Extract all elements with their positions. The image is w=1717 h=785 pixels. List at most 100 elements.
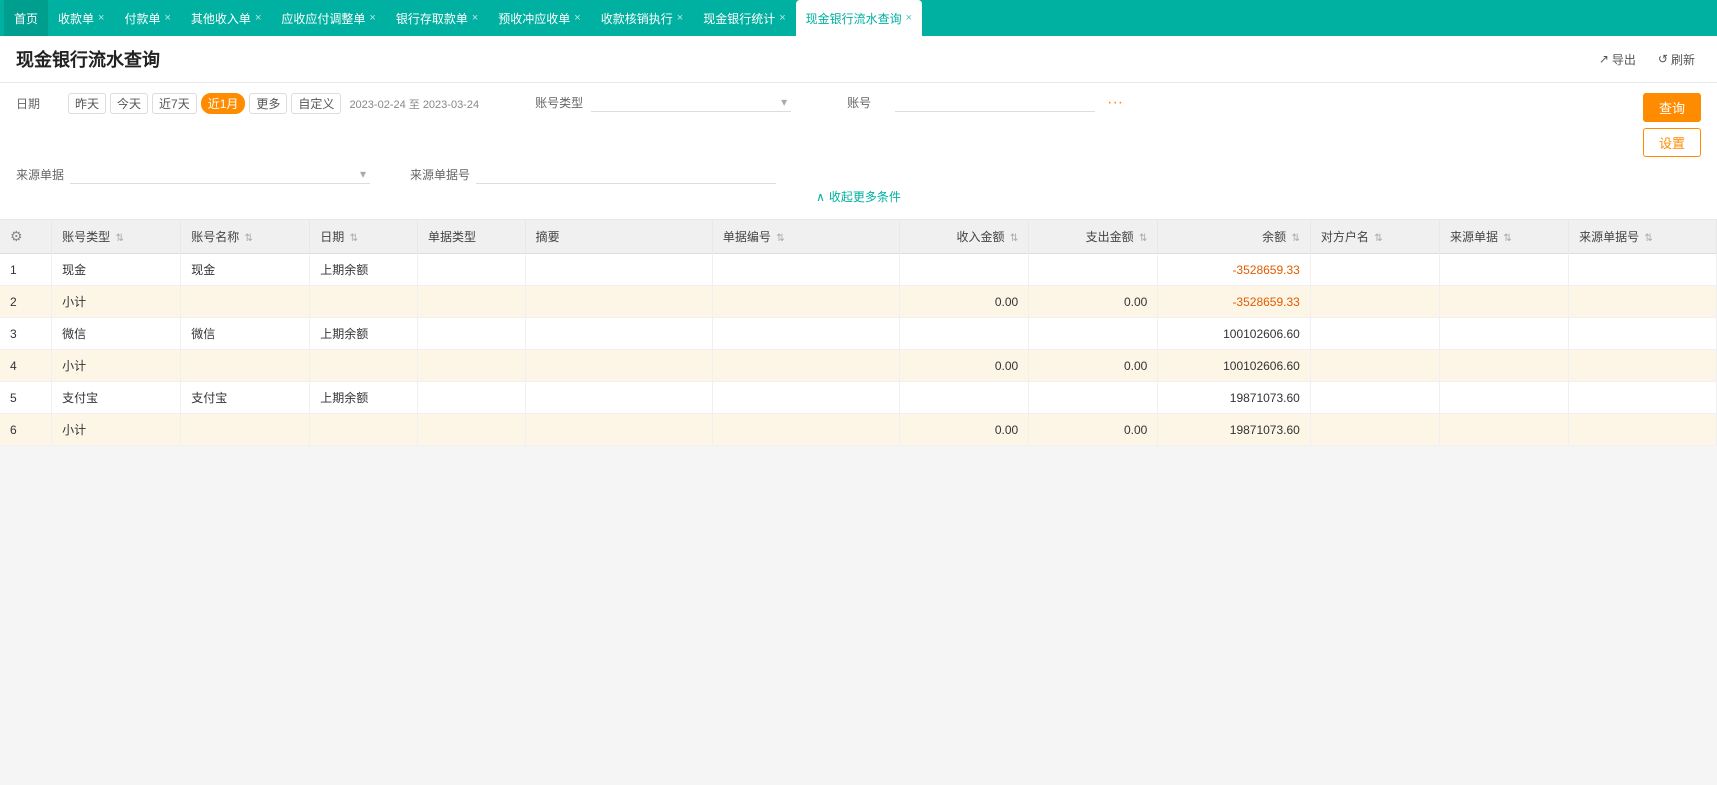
col-account-name[interactable]: 账号名称 ⇅ — [181, 220, 310, 254]
row-account-name: 支付宝 — [181, 382, 310, 414]
source-doc-num-input[interactable] — [476, 165, 776, 184]
row-summary — [525, 350, 712, 382]
col-date-label: 日期 — [320, 230, 344, 244]
nav-prepay[interactable]: 预收冲应收单 × — [488, 0, 590, 36]
source-doc-group: 来源单据 ▾ — [16, 165, 370, 184]
nav-other-income[interactable]: 其他收入单 × — [181, 0, 271, 36]
table-row[interactable]: 2小计0.000.00-3528659.33 — [0, 286, 1717, 318]
col-settings[interactable]: ⚙ — [0, 220, 52, 254]
col-summary[interactable]: 摘要 — [525, 220, 712, 254]
row-account-type: 微信 — [52, 318, 181, 350]
col-account-name-label: 账号名称 — [191, 230, 239, 244]
row-counterpart — [1310, 286, 1439, 318]
date-more[interactable]: 更多 — [249, 93, 287, 114]
query-button[interactable]: 查询 — [1643, 93, 1701, 122]
table-row[interactable]: 5支付宝支付宝上期余额19871073.60 — [0, 382, 1717, 414]
row-expense — [1029, 382, 1158, 414]
nav-cash-stats-close[interactable]: × — [779, 12, 785, 24]
row-account-type: 小计 — [52, 414, 181, 446]
nav-bank-deposit[interactable]: 银行存取款单 × — [386, 0, 488, 36]
account-type-select[interactable]: ▾ — [591, 93, 791, 112]
nav-home[interactable]: 首页 — [4, 0, 48, 36]
nav-receipt-verify-close[interactable]: × — [677, 12, 683, 24]
nav-receipts-label: 收款单 — [58, 10, 94, 27]
export-button[interactable]: ↗ 导出 — [1593, 49, 1642, 70]
sort-counterpart-icon: ⇅ — [1374, 233, 1382, 244]
row-source-doc — [1439, 254, 1568, 286]
row-income — [900, 254, 1029, 286]
nav-receipt-verify-label: 收款核销执行 — [601, 10, 673, 27]
row-source-doc-num — [1569, 350, 1717, 382]
refresh-label: 刷新 — [1671, 51, 1695, 68]
nav-ar-ap-close[interactable]: × — [369, 12, 375, 24]
table-row[interactable]: 4小计0.000.00100102606.60 — [0, 350, 1717, 382]
nav-cash-stats[interactable]: 现金银行统计 × — [693, 0, 795, 36]
sort-account-type-icon: ⇅ — [115, 233, 123, 244]
nav-cash-flow-close[interactable]: × — [906, 12, 912, 24]
row-num: 6 — [0, 414, 52, 446]
row-account-name: 微信 — [181, 318, 310, 350]
refresh-button[interactable]: ↺ 刷新 — [1652, 49, 1701, 70]
collapse-up-icon: ∧ — [816, 190, 825, 204]
account-input[interactable] — [895, 93, 1095, 112]
date-1month[interactable]: 近1月 — [201, 93, 246, 114]
row-summary — [525, 318, 712, 350]
header-actions: ↗ 导出 ↺ 刷新 — [1593, 49, 1701, 70]
row-counterpart — [1310, 414, 1439, 446]
nav-bank-deposit-label: 银行存取款单 — [396, 10, 468, 27]
row-source-doc-num — [1569, 414, 1717, 446]
col-date[interactable]: 日期 ⇅ — [310, 220, 418, 254]
sort-account-name-icon: ⇅ — [245, 233, 253, 244]
col-source-doc[interactable]: 来源单据 ⇅ — [1439, 220, 1568, 254]
date-7days[interactable]: 近7天 — [152, 93, 197, 114]
source-doc-select[interactable]: ▾ — [70, 165, 370, 184]
source-doc-arrow-icon: ▾ — [360, 167, 366, 181]
table-row[interactable]: 6小计0.000.0019871073.60 — [0, 414, 1717, 446]
gear-icon[interactable]: ⚙ — [10, 228, 23, 244]
nav-receipt-verify[interactable]: 收款核销执行 × — [591, 0, 693, 36]
collapse-bar[interactable]: ∧ 收起更多条件 — [16, 184, 1701, 209]
nav-prepay-close[interactable]: × — [574, 12, 580, 24]
col-account-type-label: 账号类型 — [62, 230, 110, 244]
sort-doc-number-icon: ⇅ — [776, 233, 784, 244]
table-row[interactable]: 3微信微信上期余额100102606.60 — [0, 318, 1717, 350]
nav-payments-close[interactable]: × — [164, 12, 170, 24]
sort-expense-icon: ⇅ — [1139, 233, 1147, 244]
table-row[interactable]: 1现金现金上期余额-3528659.33 — [0, 254, 1717, 286]
nav-receipts-close[interactable]: × — [98, 12, 104, 24]
col-income[interactable]: 收入金额 ⇅ — [900, 220, 1029, 254]
account-label: 账号 — [847, 94, 887, 111]
nav-other-income-close[interactable]: × — [255, 12, 261, 24]
col-summary-label: 摘要 — [536, 230, 560, 244]
col-doc-type[interactable]: 单据类型 — [417, 220, 525, 254]
nav-home-label: 首页 — [14, 10, 38, 27]
row-expense: 0.00 — [1029, 350, 1158, 382]
date-yesterday[interactable]: 昨天 — [68, 93, 106, 114]
row-doc-number — [712, 414, 899, 446]
nav-cash-flow-label: 现金银行流水查询 — [806, 10, 902, 27]
nav-receipts[interactable]: 收款单 × — [48, 0, 114, 36]
nav-ar-ap[interactable]: 应收应付调整单 × — [271, 0, 385, 36]
col-account-type[interactable]: 账号类型 ⇅ — [52, 220, 181, 254]
row-doc-number — [712, 350, 899, 382]
col-expense-label: 支出金额 — [1086, 230, 1134, 244]
row-doc-type — [417, 350, 525, 382]
nav-bank-deposit-close[interactable]: × — [472, 12, 478, 24]
date-custom[interactable]: 自定义 — [291, 93, 341, 114]
col-source-doc-num[interactable]: 来源单据号 ⇅ — [1569, 220, 1717, 254]
date-today[interactable]: 今天 — [110, 93, 148, 114]
account-type-arrow-icon: ▾ — [781, 95, 787, 109]
col-balance[interactable]: 余额 ⇅ — [1158, 220, 1311, 254]
col-counterpart[interactable]: 对方户名 ⇅ — [1310, 220, 1439, 254]
settings-button[interactable]: 设置 — [1643, 128, 1701, 157]
col-expense[interactable]: 支出金额 ⇅ — [1029, 220, 1158, 254]
row-summary — [525, 286, 712, 318]
row-account-type: 现金 — [52, 254, 181, 286]
col-doc-number[interactable]: 单据编号 ⇅ — [712, 220, 899, 254]
table-header: ⚙ 账号类型 ⇅ 账号名称 ⇅ 日期 ⇅ 单据类型 摘要 — [0, 220, 1717, 254]
nav-cash-flow[interactable]: 现金银行流水查询 × — [796, 0, 922, 36]
row-date — [310, 350, 418, 382]
nav-payments[interactable]: 付款单 × — [114, 0, 180, 36]
filter-date-row: 日期 昨天 今天 近7天 近1月 更多 自定义 2023-02-24 至 202… — [16, 93, 479, 114]
account-more-icon[interactable]: ··· — [1107, 94, 1123, 112]
